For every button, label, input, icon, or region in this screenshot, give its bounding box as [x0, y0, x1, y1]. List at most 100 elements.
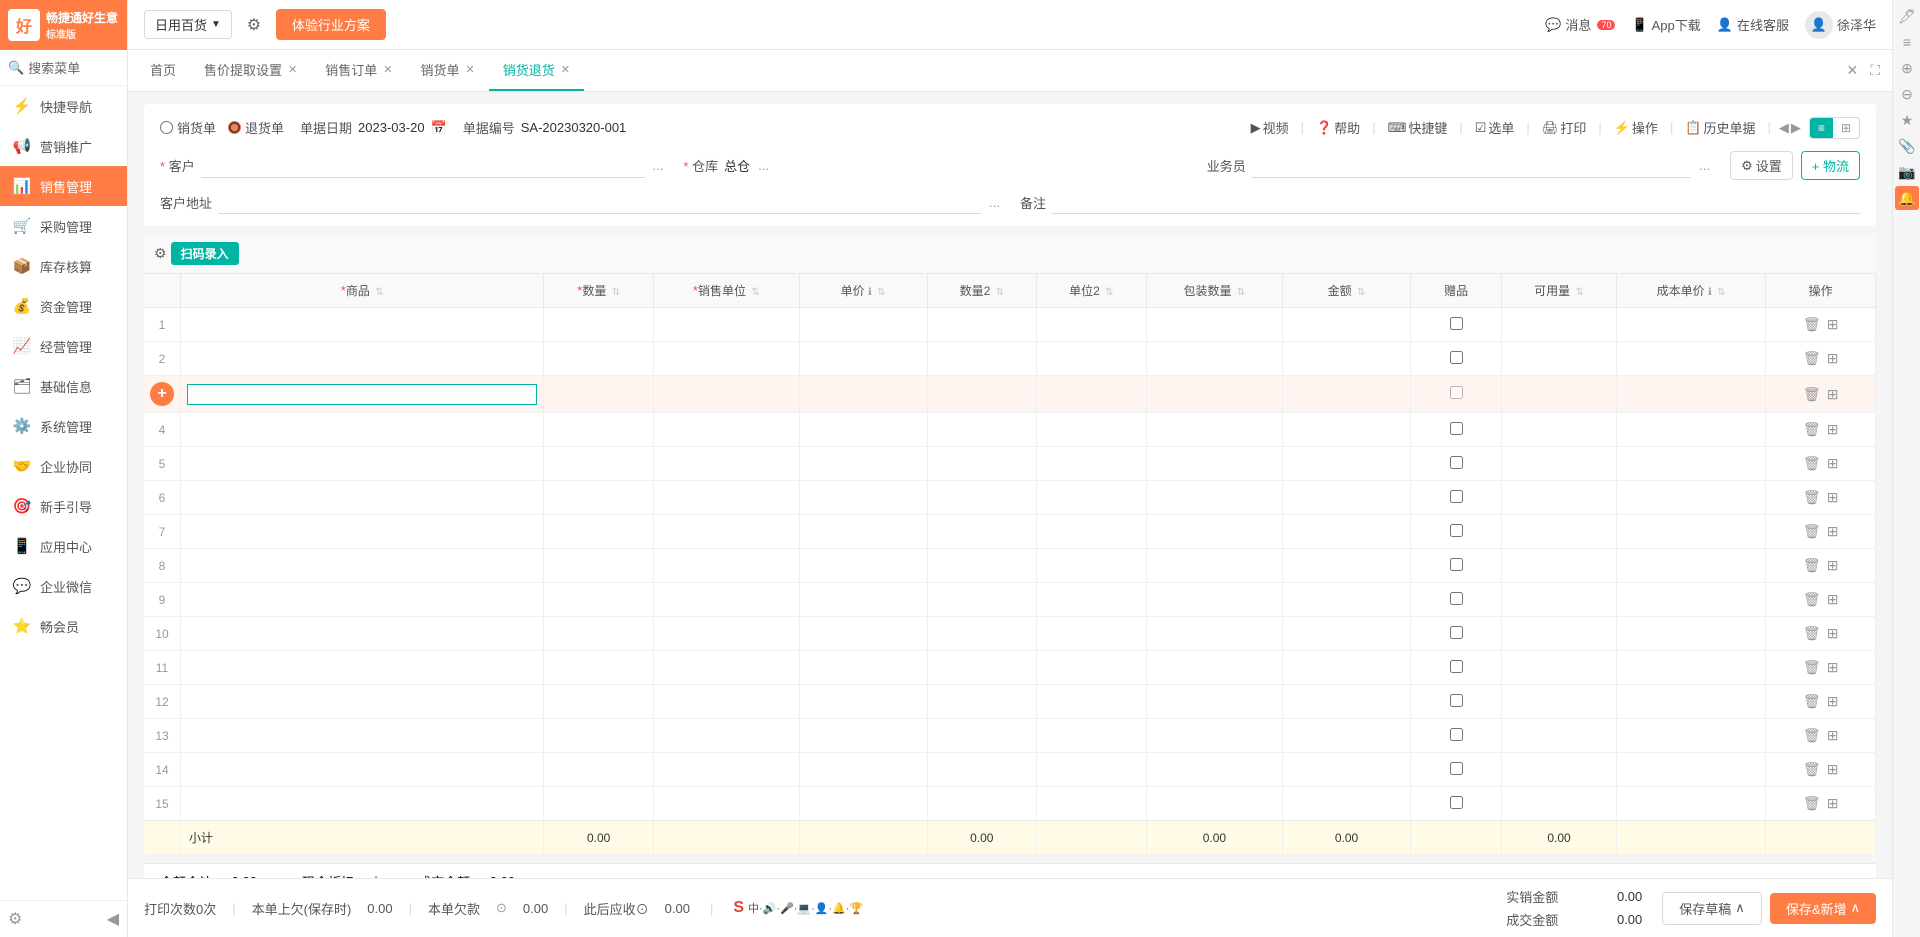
pkg-cell-4[interactable] — [1146, 413, 1282, 447]
customer-input[interactable] — [201, 154, 645, 178]
tab-sales-delivery-close[interactable]: ✕ — [466, 63, 475, 76]
tab-sales-return-close[interactable]: ✕ — [561, 63, 570, 76]
product-cell-2[interactable] — [181, 342, 544, 376]
qty-cell-14[interactable] — [544, 753, 654, 787]
right-sidebar-camera-icon[interactable]: 📷 — [1895, 160, 1919, 184]
sidebar-item-inventory[interactable]: 📦 库存核算 — [0, 246, 127, 286]
gift-cell-8[interactable] — [1410, 549, 1501, 583]
gift-cell-14[interactable] — [1410, 753, 1501, 787]
sidebar-item-operations[interactable]: 📈 经营管理 — [0, 326, 127, 366]
sidebar-item-apps[interactable]: 📱 应用中心 — [0, 526, 127, 566]
sidebar-item-sales[interactable]: 📊 销售管理 — [0, 166, 127, 206]
video-btn[interactable]: ▶ 视频 — [1247, 116, 1293, 139]
product-cell-5[interactable] — [181, 447, 544, 481]
delete-icon-7[interactable]: 🗑 — [1803, 523, 1821, 540]
cost-cell-8[interactable] — [1616, 549, 1766, 583]
gift-cell-5[interactable] — [1410, 447, 1501, 481]
topbar-gear-icon[interactable]: ⚙ — [240, 11, 268, 39]
gift-cell-9[interactable] — [1410, 583, 1501, 617]
amount-cell-11[interactable] — [1283, 651, 1411, 685]
price-sort-icon[interactable]: ⇅ — [877, 287, 885, 298]
unit-cell-9[interactable] — [653, 583, 799, 617]
online-service-item[interactable]: 👤 在线客服 — [1717, 15, 1789, 34]
tab-sales-order[interactable]: 销售订单 ✕ — [311, 50, 406, 91]
sidebar-item-member[interactable]: ⭐ 畅会员 — [0, 606, 127, 646]
right-sidebar-list-icon[interactable]: ≡ — [1895, 30, 1919, 54]
gift-cell-10[interactable] — [1410, 617, 1501, 651]
avail-sort-icon[interactable]: ⇅ — [1575, 287, 1583, 298]
pkg-cell-10[interactable] — [1146, 617, 1282, 651]
copy-icon-12[interactable]: ⊞ — [1827, 693, 1839, 710]
copy-icon-11[interactable]: ⊞ — [1827, 659, 1839, 676]
cost-cell-13[interactable] — [1616, 719, 1766, 753]
unit2-cell-6[interactable] — [1037, 481, 1147, 515]
gift-cell-4[interactable] — [1410, 413, 1501, 447]
pkg-cell-11[interactable] — [1146, 651, 1282, 685]
product-cell-3[interactable] — [181, 376, 544, 413]
sidebar-item-base[interactable]: 🗂 基础信息 — [0, 366, 127, 406]
tab-sales-return[interactable]: 销货退货 ✕ — [489, 50, 584, 91]
delete-icon-15[interactable]: 🗑 — [1803, 795, 1821, 812]
unit-cell-4[interactable] — [653, 413, 799, 447]
delete-icon-8[interactable]: 🗑 — [1803, 557, 1821, 574]
unit2-cell-12[interactable] — [1037, 685, 1147, 719]
price-cell-4[interactable] — [799, 413, 927, 447]
pkg-cell-7[interactable] — [1146, 515, 1282, 549]
price-cell-9[interactable] — [799, 583, 927, 617]
avail-cell-6[interactable] — [1502, 481, 1617, 515]
product-cell-4[interactable] — [181, 413, 544, 447]
unit-cell-15[interactable] — [653, 787, 799, 821]
qty-cell-7[interactable] — [544, 515, 654, 549]
qty-cell-11[interactable] — [544, 651, 654, 685]
pkg-cell-14[interactable] — [1146, 753, 1282, 787]
qty-cell-12[interactable] — [544, 685, 654, 719]
avail-cell-15[interactable] — [1502, 787, 1617, 821]
product-cell-6[interactable] — [181, 481, 544, 515]
price-cell-8[interactable] — [799, 549, 927, 583]
delete-icon-14[interactable]: 🗑 — [1803, 761, 1821, 778]
sidebar-collapse-icon[interactable]: ◀ — [107, 909, 119, 929]
copy-icon-9[interactable]: ⊞ — [1827, 591, 1839, 608]
amount-cell-3[interactable] — [1283, 376, 1411, 413]
address-dots[interactable]: ... — [989, 195, 1000, 210]
amount-cell-5[interactable] — [1283, 447, 1411, 481]
amount-cell-8[interactable] — [1283, 549, 1411, 583]
avail-cell-10[interactable] — [1502, 617, 1617, 651]
qty2-cell-2[interactable] — [927, 342, 1037, 376]
avail-cell-14[interactable] — [1502, 753, 1617, 787]
pkg-sort-icon[interactable]: ⇅ — [1237, 287, 1245, 298]
qty-cell-3[interactable] — [544, 376, 654, 413]
unit-cell-6[interactable] — [653, 481, 799, 515]
cost-sort-icon[interactable]: ⇅ — [1717, 287, 1725, 298]
save-new-btn[interactable]: 保存&新增 ∧ — [1770, 893, 1876, 924]
add-row-btn[interactable]: + — [150, 382, 174, 406]
price-cell-3[interactable] — [799, 376, 927, 413]
amount-cell-14[interactable] — [1283, 753, 1411, 787]
copy-icon-3[interactable]: ⊞ — [1827, 386, 1839, 403]
unit2-cell-14[interactable] — [1037, 753, 1147, 787]
amount-cell-6[interactable] — [1283, 481, 1411, 515]
product-cell-7[interactable] — [181, 515, 544, 549]
unit-cell-12[interactable] — [653, 685, 799, 719]
delete-icon-11[interactable]: 🗑 — [1803, 659, 1821, 676]
qty2-cell-4[interactable] — [927, 413, 1037, 447]
unit-cell-1[interactable] — [653, 308, 799, 342]
cost-cell-5[interactable] — [1616, 447, 1766, 481]
price-cell-5[interactable] — [799, 447, 927, 481]
price-cell-12[interactable] — [799, 685, 927, 719]
amount-sort-icon[interactable]: ⇅ — [1357, 287, 1365, 298]
copy-icon-4[interactable]: ⊞ — [1827, 421, 1839, 438]
user-profile-item[interactable]: 👤 徐泽华 — [1805, 11, 1876, 39]
unit2-sort-icon[interactable]: ⇅ — [1105, 287, 1113, 298]
gift-cell-7[interactable] — [1410, 515, 1501, 549]
sidebar-item-marketing[interactable]: 📢 营销推广 — [0, 126, 127, 166]
delete-icon-3[interactable]: 🗑 — [1803, 386, 1821, 403]
search-menu-item[interactable]: 🔍 搜索菜单 — [0, 50, 127, 86]
qty2-sort-icon[interactable]: ⇅ — [996, 287, 1004, 298]
salesperson-dots[interactable]: ... — [1699, 158, 1710, 173]
unit-sort-icon[interactable]: ⇅ — [751, 287, 759, 298]
product-sort-icon[interactable]: ⇅ — [375, 287, 383, 298]
delete-icon-13[interactable]: 🗑 — [1803, 727, 1821, 744]
tab-price-settings[interactable]: 售价提取设置 ✕ — [190, 50, 311, 91]
avail-cell-4[interactable] — [1502, 413, 1617, 447]
